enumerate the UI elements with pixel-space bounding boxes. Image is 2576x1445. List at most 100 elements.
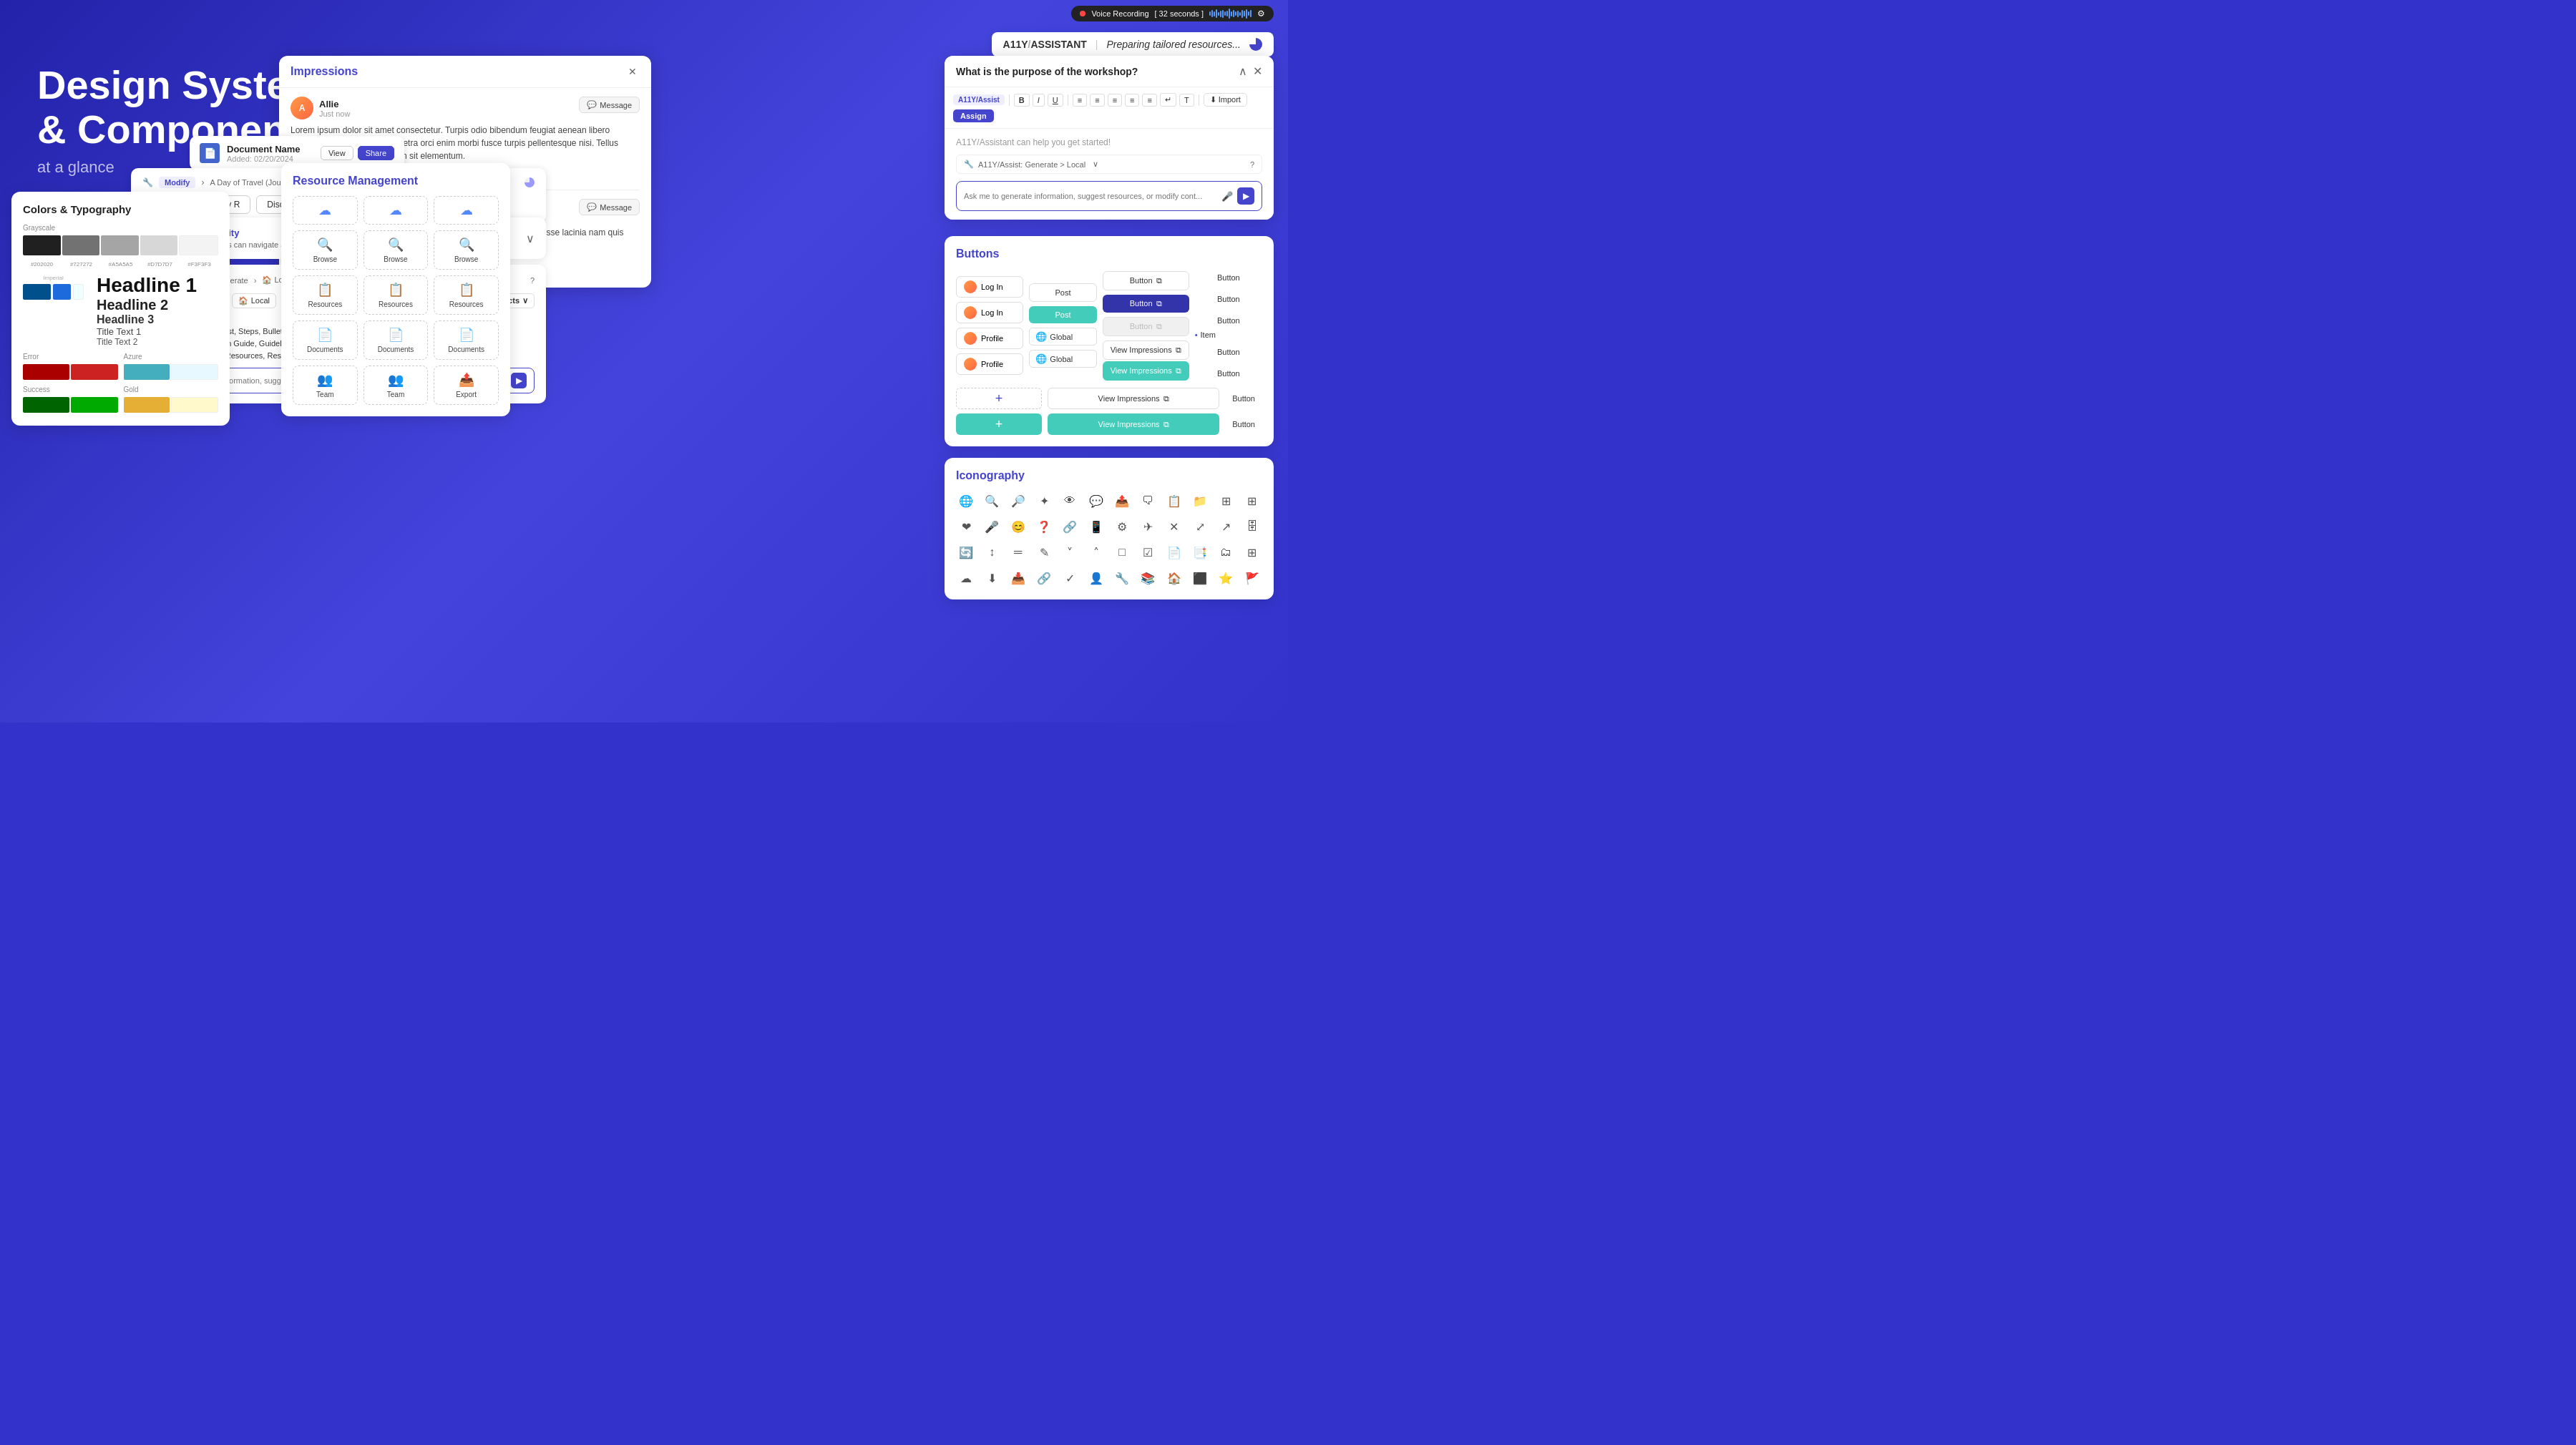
list-ol-button[interactable]: ≡ bbox=[1142, 94, 1156, 107]
underline-button[interactable]: U bbox=[1048, 94, 1063, 107]
login-profile-button[interactable]: Log In bbox=[956, 276, 1023, 298]
send-icon[interactable]: ✈ bbox=[1138, 516, 1158, 537]
share-document-button[interactable]: Share bbox=[358, 146, 394, 160]
download-icon[interactable]: ⬇ bbox=[982, 568, 1002, 588]
check-icon[interactable]: ✓ bbox=[1060, 568, 1080, 588]
external-icon[interactable]: ↗ bbox=[1216, 516, 1236, 537]
sparkle-icon[interactable]: ✦ bbox=[1034, 491, 1054, 511]
table-icon[interactable]: ⊞ bbox=[1242, 542, 1262, 562]
text-size-button[interactable]: T bbox=[1179, 94, 1194, 107]
view-impressions-plus-filled[interactable]: View Impressions ⧉ bbox=[1048, 413, 1219, 435]
resource-item-documents[interactable]: 📄 Documents bbox=[293, 320, 358, 360]
wrench-icon[interactable]: 🔧 bbox=[1112, 568, 1132, 588]
expand-icon[interactable]: ⤢ bbox=[1190, 516, 1210, 537]
file-icon[interactable]: 🗂 bbox=[1216, 542, 1236, 562]
local-context-button[interactable]: 🏠 Local bbox=[232, 293, 276, 308]
home-icon[interactable]: 🏠 bbox=[1164, 568, 1184, 588]
close-button[interactable]: ✕ bbox=[1253, 64, 1262, 78]
button-dark-icon[interactable]: Button ⧉ bbox=[1103, 295, 1189, 313]
align-right-button[interactable]: ≡ bbox=[1108, 94, 1122, 107]
folder-icon[interactable]: 📁 bbox=[1190, 491, 1210, 511]
zoom-icon[interactable]: 🔎 bbox=[1008, 491, 1028, 511]
grid-icon[interactable]: ⊞ bbox=[1242, 491, 1262, 511]
view-impressions-plus-outline[interactable]: View Impressions ⧉ bbox=[1048, 388, 1219, 409]
flag-icon[interactable]: 🚩 bbox=[1242, 568, 1262, 588]
message-button[interactable]: 💬 Message bbox=[579, 199, 640, 215]
chevron-down-icon[interactable]: ˅ bbox=[1060, 542, 1080, 562]
checkbox-icon[interactable]: ☑ bbox=[1138, 542, 1158, 562]
settings-icon[interactable]: ⚙ bbox=[1112, 516, 1132, 537]
view-document-button[interactable]: View bbox=[321, 146, 353, 160]
microphone-icon[interactable]: 🎤 bbox=[982, 516, 1002, 537]
resource-item-documents[interactable]: 📄 Documents bbox=[364, 320, 429, 360]
mobile-icon[interactable]: 📱 bbox=[1086, 516, 1106, 537]
edit-icon[interactable]: ✎ bbox=[1034, 542, 1054, 562]
resource-item[interactable]: ☁ bbox=[364, 196, 429, 225]
sort-icon[interactable]: ↕ bbox=[982, 542, 1002, 562]
assign-button[interactable]: Assign bbox=[953, 109, 994, 122]
close-icon[interactable]: ✕ bbox=[1164, 516, 1184, 537]
chat-icon[interactable]: 💬 bbox=[1086, 491, 1106, 511]
resource-item-browse[interactable]: 🔍 Browse bbox=[364, 230, 429, 270]
document-icon[interactable]: 📄 bbox=[1164, 542, 1184, 562]
resource-item-resources[interactable]: 📋 Resources bbox=[293, 275, 358, 315]
user-icon[interactable]: 👤 bbox=[1086, 568, 1106, 588]
resource-item[interactable]: ☁ bbox=[293, 196, 358, 225]
message-button[interactable]: 💬 Message bbox=[579, 97, 640, 113]
cloud-icon[interactable]: ☁ bbox=[956, 568, 976, 588]
comment-icon[interactable]: 🗨 bbox=[1138, 491, 1158, 511]
help-icon[interactable]: ❓ bbox=[1034, 516, 1054, 537]
pdf-icon[interactable]: 📑 bbox=[1190, 542, 1210, 562]
resource-item-resources[interactable]: 📋 Resources bbox=[364, 275, 429, 315]
resource-item[interactable]: ☁ bbox=[434, 196, 499, 225]
resource-item-resources[interactable]: 📋 Resources bbox=[434, 275, 499, 315]
global-badge-1[interactable]: 🌐 Global bbox=[1029, 328, 1096, 346]
star-icon[interactable]: ⭐ bbox=[1216, 568, 1236, 588]
profile-global-button-2[interactable]: Profile bbox=[956, 353, 1023, 375]
list-ul-button[interactable]: ≡ bbox=[1125, 94, 1139, 107]
post-teal-button[interactable]: Post bbox=[1029, 306, 1096, 323]
bold-button[interactable]: B bbox=[1014, 94, 1030, 107]
more-icon[interactable]: ⊞ bbox=[1216, 491, 1236, 511]
import-button[interactable]: ⬇ Import bbox=[1204, 93, 1247, 107]
indent-button[interactable]: ↵ bbox=[1160, 93, 1176, 107]
resource-item-team[interactable]: 👥 Team bbox=[364, 366, 429, 405]
align-center-button[interactable]: ≡ bbox=[1090, 94, 1104, 107]
clipboard-icon[interactable]: 📋 bbox=[1164, 491, 1184, 511]
italic-button[interactable]: I bbox=[1033, 94, 1045, 107]
emoji-icon[interactable]: 😊 bbox=[1008, 516, 1028, 537]
add-outline-button[interactable]: + bbox=[956, 388, 1042, 409]
resource-item-team[interactable]: 👥 Team bbox=[293, 366, 358, 405]
import-icon[interactable]: 📥 bbox=[1008, 568, 1028, 588]
search-icon[interactable]: 🔍 bbox=[982, 491, 1002, 511]
add-teal-button[interactable]: + bbox=[956, 413, 1042, 435]
link-icon[interactable]: 🔗 bbox=[1060, 516, 1080, 537]
impressions-close-button[interactable]: ✕ bbox=[625, 64, 640, 79]
share-icon[interactable]: 📤 bbox=[1112, 491, 1132, 511]
chain-icon[interactable]: 🔗 bbox=[1034, 568, 1054, 588]
post-outline-button[interactable]: Post bbox=[1029, 283, 1096, 302]
global-badge-2[interactable]: 🌐 Global bbox=[1029, 350, 1096, 368]
resource-item-export[interactable]: 📤 Export bbox=[434, 366, 499, 405]
archive-icon[interactable]: 🗄 bbox=[1242, 516, 1262, 537]
view-impressions-filled-button[interactable]: View Impressions ⧉ bbox=[1103, 361, 1189, 381]
divider-icon[interactable]: ═ bbox=[1008, 542, 1028, 562]
profile-global-button[interactable]: Profile bbox=[956, 328, 1023, 349]
collapse-button[interactable]: ∧ bbox=[1239, 64, 1247, 78]
workshop-submit-button[interactable]: ▶ bbox=[1237, 187, 1254, 205]
workshop-message-input[interactable] bbox=[964, 192, 1217, 200]
block-icon[interactable]: ⬛ bbox=[1190, 568, 1210, 588]
globe-icon[interactable]: 🌐 bbox=[956, 491, 976, 511]
resource-item-documents[interactable]: 📄 Documents bbox=[434, 320, 499, 360]
resource-item-browse[interactable]: 🔍 Browse bbox=[293, 230, 358, 270]
book-icon[interactable]: 📚 bbox=[1138, 568, 1158, 588]
view-impressions-outline-button[interactable]: View Impressions ⧉ bbox=[1103, 341, 1189, 360]
eye-icon[interactable]: 👁 bbox=[1060, 491, 1080, 511]
square-icon[interactable]: □ bbox=[1112, 542, 1132, 562]
refresh-icon[interactable]: 🔄 bbox=[956, 542, 976, 562]
resource-item-browse[interactable]: 🔍 Browse bbox=[434, 230, 499, 270]
voice-settings-icon[interactable]: ⚙ bbox=[1257, 9, 1265, 19]
login-profile-button-2[interactable]: Log In bbox=[956, 302, 1023, 323]
button-outline-icon[interactable]: Button ⧉ bbox=[1103, 271, 1189, 290]
align-left-button[interactable]: ≡ bbox=[1073, 94, 1087, 107]
